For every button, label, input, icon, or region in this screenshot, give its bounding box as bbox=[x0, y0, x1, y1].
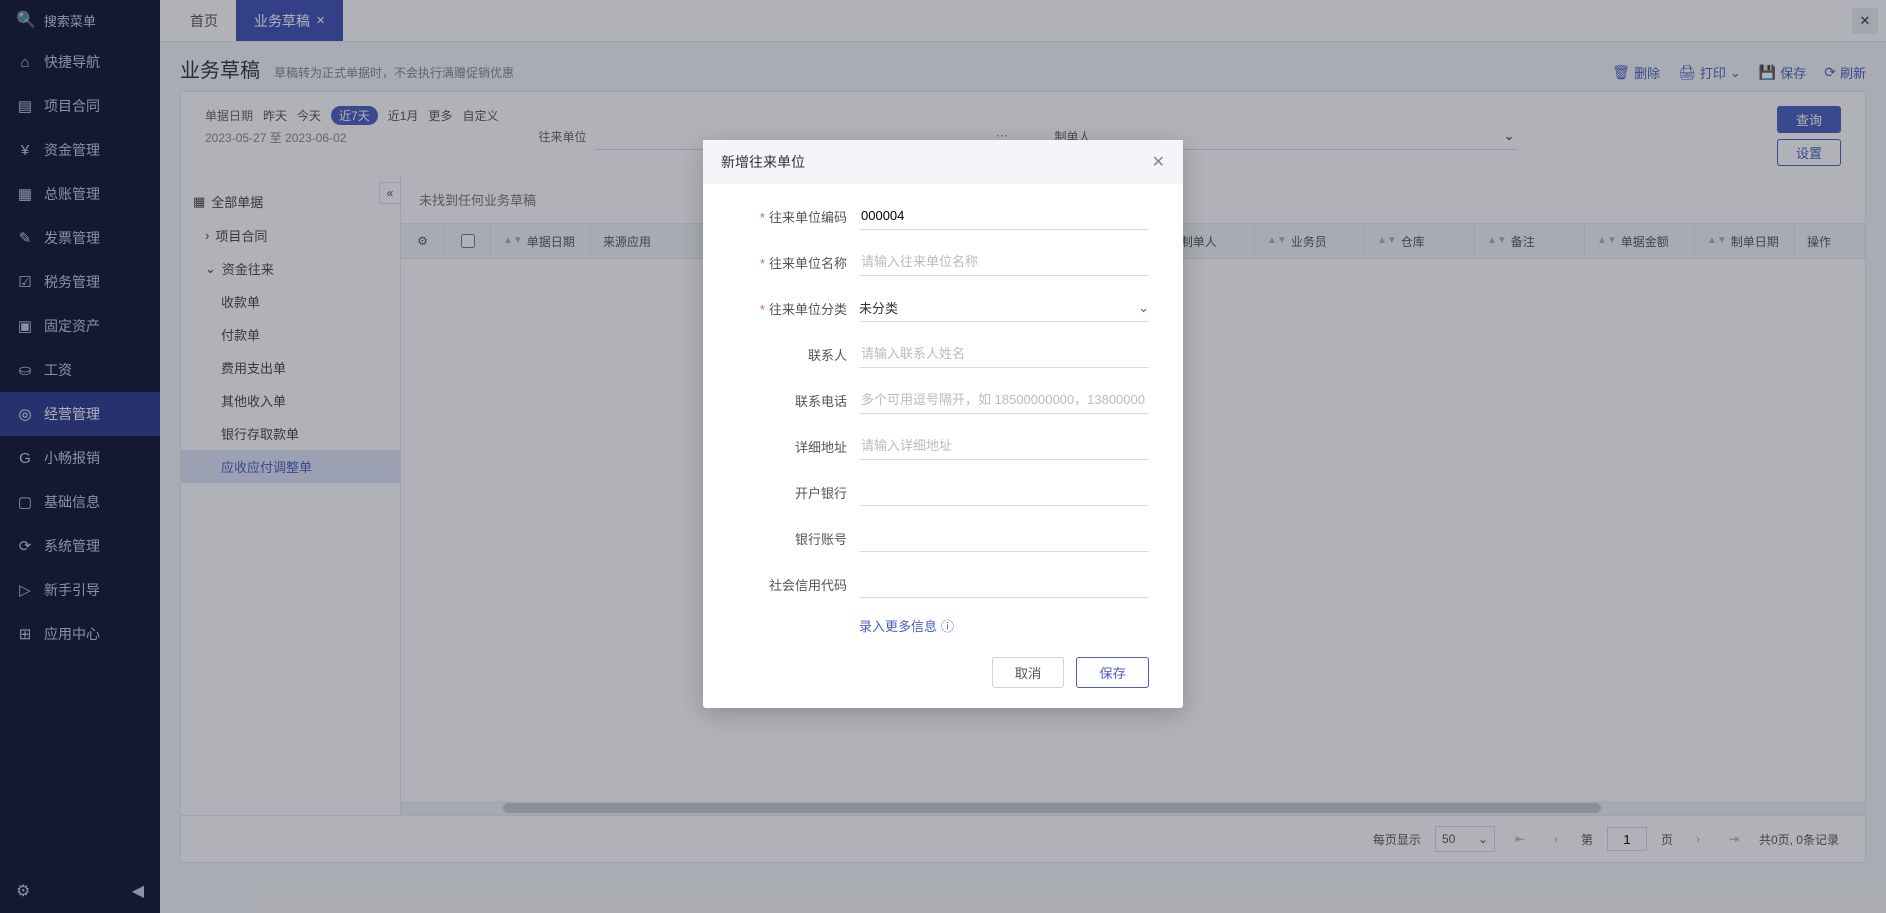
field-credit-input[interactable] bbox=[859, 570, 1149, 598]
field-account-label: 银行账号 bbox=[795, 532, 847, 547]
field-phone-label: 联系电话 bbox=[795, 394, 847, 409]
field-address-label: 详细地址 bbox=[795, 440, 847, 455]
field-bank-label: 开户银行 bbox=[795, 486, 847, 501]
field-phone-input[interactable] bbox=[859, 386, 1149, 414]
modal-title: 新增往来单位 bbox=[721, 152, 805, 172]
modal-cancel-button[interactable]: 取消 bbox=[992, 657, 1065, 688]
field-contact-label: 联系人 bbox=[808, 348, 847, 363]
field-account-input[interactable] bbox=[859, 524, 1149, 552]
modal-new-unit: 新增往来单位 ✕ *往来单位编码 *往来单位名称 *往来单位分类 未分类⌄ 联系… bbox=[703, 140, 1183, 708]
field-credit-label: 社会信用代码 bbox=[769, 578, 847, 593]
modal-overlay: 新增往来单位 ✕ *往来单位编码 *往来单位名称 *往来单位分类 未分类⌄ 联系… bbox=[0, 0, 1886, 913]
field-code-input[interactable] bbox=[859, 202, 1149, 230]
field-address-input[interactable] bbox=[859, 432, 1149, 460]
field-bank-input[interactable] bbox=[859, 478, 1149, 506]
field-name-label: 往来单位名称 bbox=[769, 256, 847, 271]
modal-close-button[interactable]: ✕ bbox=[1152, 152, 1165, 172]
modal-save-button[interactable]: 保存 bbox=[1076, 657, 1149, 688]
field-category-label: 往来单位分类 bbox=[769, 302, 847, 317]
help-icon: ⓘ bbox=[941, 616, 954, 635]
field-contact-input[interactable] bbox=[859, 340, 1149, 368]
chevron-down-icon: ⌄ bbox=[1138, 300, 1149, 316]
field-category-select[interactable]: 未分类⌄ bbox=[859, 294, 1149, 322]
field-code-label: 往来单位编码 bbox=[769, 210, 847, 225]
more-info-link[interactable]: 录入更多信息ⓘ bbox=[859, 616, 1149, 635]
field-name-input[interactable] bbox=[859, 248, 1149, 276]
